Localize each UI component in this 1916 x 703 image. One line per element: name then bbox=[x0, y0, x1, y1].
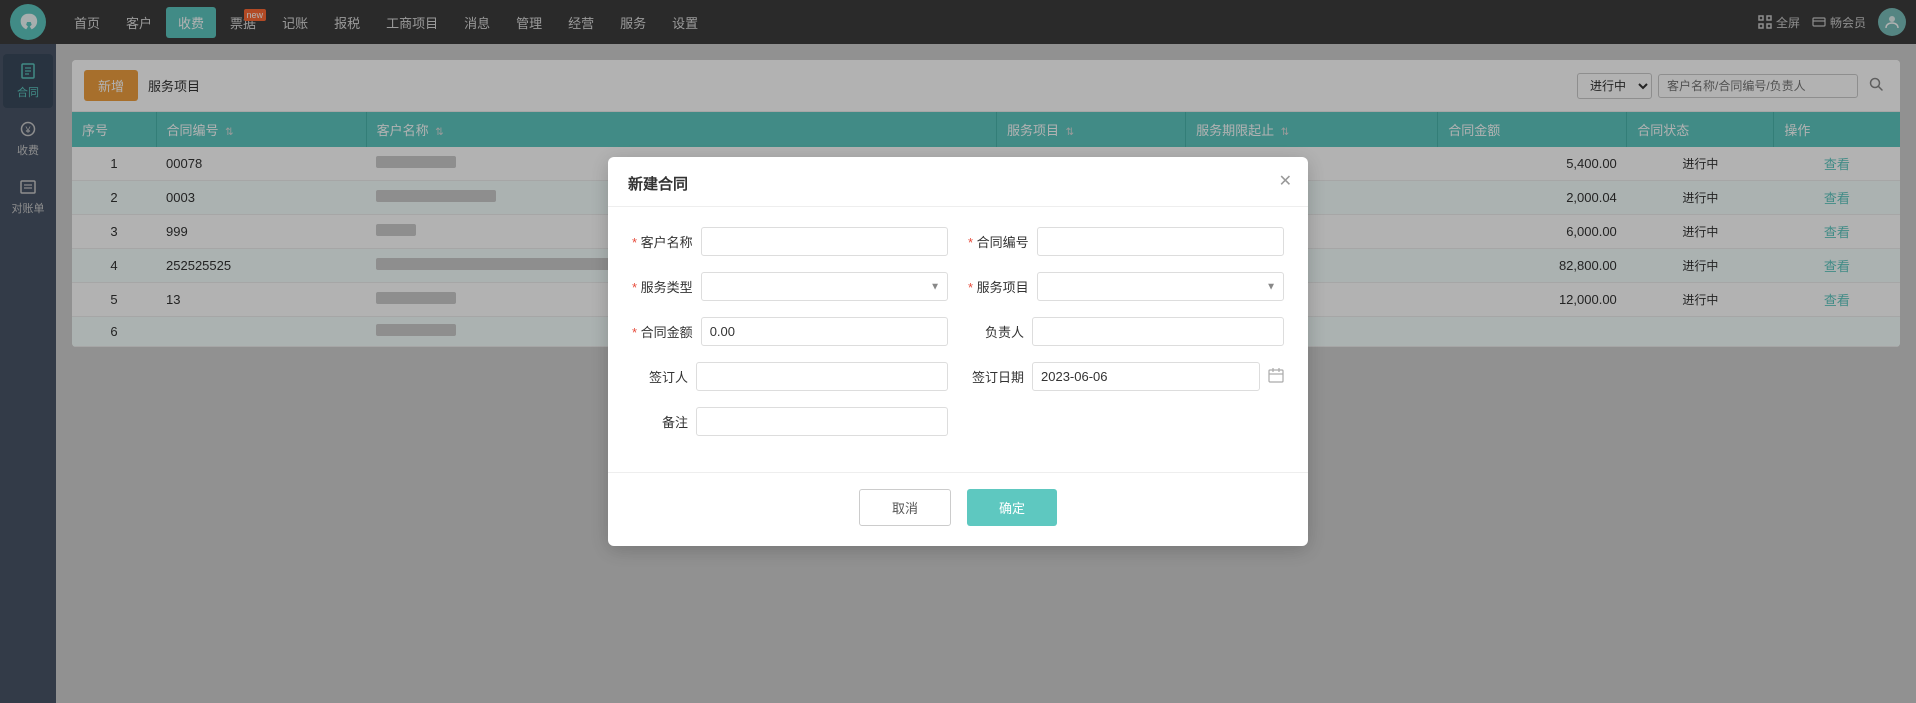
owner-field: 负责人 bbox=[968, 317, 1284, 346]
contract-amount-input[interactable] bbox=[701, 317, 948, 346]
note-input[interactable] bbox=[696, 407, 948, 436]
signer-label: 签订人 bbox=[632, 367, 688, 386]
customer-name-field: 客户名称 bbox=[632, 227, 948, 256]
note-field: 备注 bbox=[632, 407, 948, 436]
service-item-select-wrapper: ▼ bbox=[1037, 272, 1284, 301]
modal-footer: 取消 确定 bbox=[608, 472, 1308, 546]
service-item-label: 服务项目 bbox=[968, 277, 1029, 296]
service-type-label: 服务类型 bbox=[632, 277, 693, 296]
sign-date-input[interactable] bbox=[1032, 362, 1260, 391]
modal-header: 新建合同 ✕ bbox=[608, 157, 1308, 207]
sign-date-label: 签订日期 bbox=[968, 367, 1024, 386]
signer-field: 签订人 bbox=[632, 362, 948, 391]
service-item-select[interactable] bbox=[1037, 272, 1284, 301]
form-row-5: 备注 bbox=[632, 407, 1284, 436]
create-contract-modal: 新建合同 ✕ 客户名称 合同编号 服务类型 bbox=[608, 157, 1308, 546]
owner-label: 负责人 bbox=[968, 322, 1024, 341]
service-type-select[interactable] bbox=[701, 272, 948, 301]
form-row-4: 签订人 签订日期 bbox=[632, 362, 1284, 391]
service-type-select-wrapper: ▼ bbox=[701, 272, 948, 301]
owner-input[interactable] bbox=[1032, 317, 1284, 346]
cancel-button[interactable]: 取消 bbox=[859, 489, 951, 526]
form-row-2: 服务类型 ▼ 服务项目 ▼ bbox=[632, 272, 1284, 301]
calendar-icon[interactable] bbox=[1268, 367, 1284, 386]
form-row-3: 合同金额 负责人 bbox=[632, 317, 1284, 346]
modal-overlay: 新建合同 ✕ 客户名称 合同编号 服务类型 bbox=[0, 0, 1916, 703]
note-label: 备注 bbox=[632, 412, 688, 431]
modal-body: 客户名称 合同编号 服务类型 ▼ bbox=[608, 207, 1308, 472]
signer-input[interactable] bbox=[696, 362, 948, 391]
customer-name-input[interactable] bbox=[701, 227, 948, 256]
contract-no-field: 合同编号 bbox=[968, 227, 1284, 256]
service-item-field: 服务项目 ▼ bbox=[968, 272, 1284, 301]
contract-amount-field: 合同金额 bbox=[632, 317, 948, 346]
service-type-field: 服务类型 ▼ bbox=[632, 272, 948, 301]
modal-title: 新建合同 bbox=[628, 176, 688, 193]
customer-name-label: 客户名称 bbox=[632, 232, 693, 251]
sign-date-field: 签订日期 bbox=[968, 362, 1284, 391]
contract-no-label: 合同编号 bbox=[968, 232, 1029, 251]
form-row-1: 客户名称 合同编号 bbox=[632, 227, 1284, 256]
contract-no-input[interactable] bbox=[1037, 227, 1284, 256]
contract-amount-label: 合同金额 bbox=[632, 322, 693, 341]
modal-close-button[interactable]: ✕ bbox=[1279, 171, 1292, 191]
confirm-button[interactable]: 确定 bbox=[967, 489, 1057, 526]
